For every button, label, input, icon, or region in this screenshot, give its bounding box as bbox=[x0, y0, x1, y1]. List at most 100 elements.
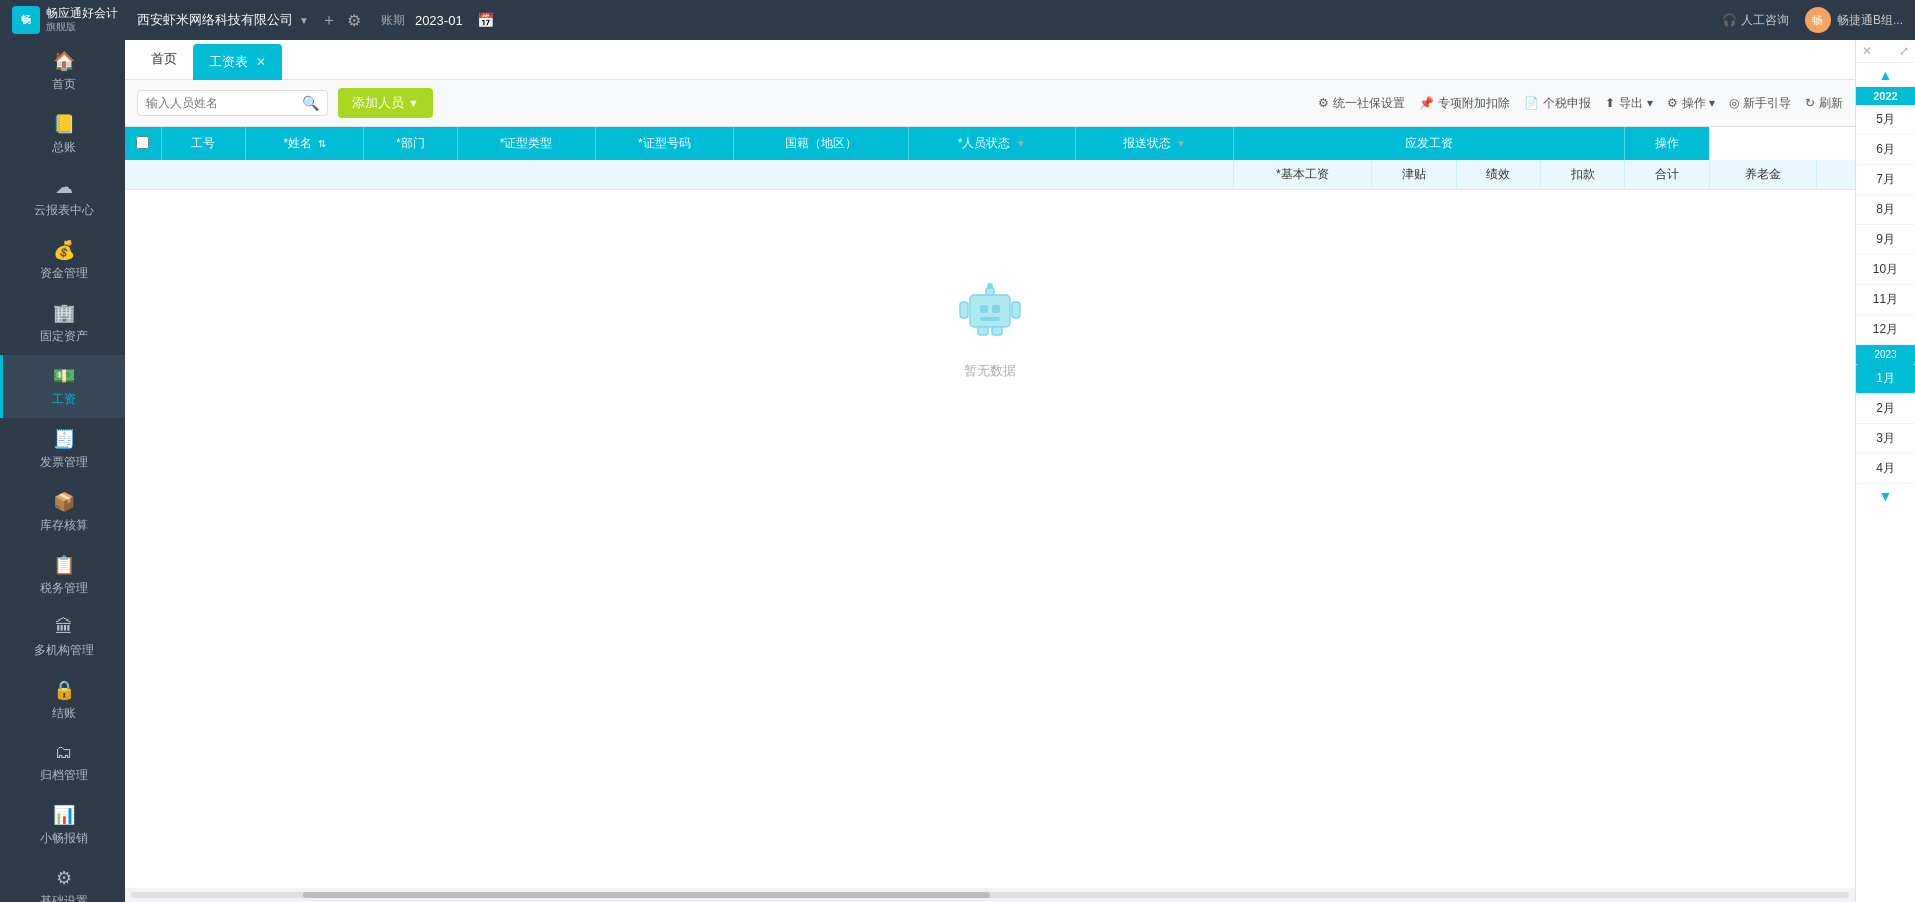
svg-rect-7 bbox=[1012, 302, 1020, 318]
org-icon: 🏛 bbox=[55, 617, 73, 638]
month-2022-06[interactable]: 6月 bbox=[1856, 135, 1915, 165]
name-sort-icon[interactable]: ⇅ bbox=[318, 138, 326, 149]
avatar: 畅 bbox=[1805, 7, 1831, 33]
sidebar-item-cloud-reports[interactable]: ☁ 云报表中心 bbox=[0, 166, 125, 229]
search-input-wrap: 🔍 bbox=[137, 90, 328, 116]
empty-robot-icon bbox=[950, 270, 1030, 350]
refresh-btn[interactable]: ↻ 刷新 bbox=[1805, 95, 1843, 112]
month-2022-10[interactable]: 10月 bbox=[1856, 255, 1915, 285]
user-info[interactable]: 畅 畅捷通B组... bbox=[1805, 7, 1903, 33]
month-2022-05[interactable]: 5月 bbox=[1856, 105, 1915, 135]
service-btn[interactable]: 🎧 人工咨询 bbox=[1722, 12, 1789, 29]
month-2022-07[interactable]: 7月 bbox=[1856, 165, 1915, 195]
th-pension: 养老金 bbox=[1709, 160, 1816, 190]
date-scroll-up-btn[interactable]: ▲ bbox=[1856, 63, 1915, 87]
search-icon[interactable]: 🔍 bbox=[302, 95, 319, 111]
th-allowance: 津贴 bbox=[1372, 160, 1456, 190]
tab-home[interactable]: 首页 bbox=[135, 40, 193, 80]
sidebar-item-settings[interactable]: ⚙ 基础设置 bbox=[0, 857, 125, 902]
company-name: 西安虾米网络科技有限公司 bbox=[137, 11, 293, 29]
sidebar-item-assets[interactable]: 🏢 固定资产 bbox=[0, 292, 125, 355]
h-scrollbar[interactable] bbox=[125, 888, 1855, 902]
sidebar-item-ledger[interactable]: 📒 总账 bbox=[0, 103, 125, 166]
month-2023-02[interactable]: 2月 bbox=[1856, 394, 1915, 424]
scrollbar-track bbox=[131, 892, 1849, 898]
svg-rect-0 bbox=[970, 295, 1010, 327]
svg-rect-9 bbox=[992, 327, 1002, 335]
social-security-icon: ⚙ bbox=[1318, 96, 1329, 110]
empty-state-cell: 暂无数据 bbox=[125, 190, 1855, 461]
special-deduction-btn[interactable]: 📌 专项附加扣除 bbox=[1419, 95, 1510, 112]
export-btn[interactable]: ⬆ 导出 ▾ bbox=[1605, 95, 1652, 112]
sidebar-item-archive[interactable]: 🗂 归档管理 bbox=[0, 732, 125, 794]
report-filter-icon[interactable]: ▼ bbox=[1176, 138, 1186, 149]
sidebar-item-invoice[interactable]: 🧾 发票管理 bbox=[0, 418, 125, 481]
month-2022-12[interactable]: 12月 bbox=[1856, 315, 1915, 345]
sidebar-item-tax[interactable]: 📋 税务管理 bbox=[0, 544, 125, 607]
month-2022-08[interactable]: 8月 bbox=[1856, 195, 1915, 225]
assets-icon: 🏢 bbox=[53, 302, 75, 324]
tab-close-btn[interactable]: ✕ bbox=[256, 55, 266, 69]
settings-btn[interactable]: ⚙ bbox=[347, 11, 361, 30]
month-2022-09[interactable]: 9月 bbox=[1856, 225, 1915, 255]
sidebar-item-salary[interactable]: 💵 工资 bbox=[0, 355, 125, 418]
scrollbar-thumb[interactable] bbox=[303, 892, 990, 898]
company-selector[interactable]: 西安虾米网络科技有限公司 ▼ bbox=[137, 11, 309, 29]
calendar-icon[interactable]: 📅 bbox=[477, 12, 494, 28]
operation-icon: ⚙ bbox=[1667, 96, 1678, 110]
th-operations: 操作 bbox=[1625, 127, 1709, 160]
social-security-btn[interactable]: ⚙ 统一社保设置 bbox=[1318, 95, 1405, 112]
guide-nav-icon: ◎ bbox=[1729, 96, 1739, 110]
logo-text: 畅应通好会计 bbox=[46, 6, 118, 20]
sidebar-item-multi-org[interactable]: 🏛 多机构管理 bbox=[0, 607, 125, 669]
right-panel-close-btn[interactable]: ✕ bbox=[1862, 44, 1872, 58]
th-base-salary: *基本工资 bbox=[1233, 160, 1371, 190]
funds-icon: 💰 bbox=[53, 239, 75, 261]
sidebar-label-org: 多机构管理 bbox=[34, 642, 94, 659]
svg-rect-6 bbox=[960, 302, 968, 318]
user-name: 畅捷通B组... bbox=[1837, 12, 1903, 29]
year-2022-label: 2022 bbox=[1856, 87, 1915, 105]
sidebar-item-close[interactable]: 🔒 结账 bbox=[0, 669, 125, 732]
select-all-checkbox[interactable] bbox=[136, 136, 149, 149]
tax-declare-btn[interactable]: 📄 个税申报 bbox=[1524, 95, 1591, 112]
sidebar-item-inventory[interactable]: 📦 库存核算 bbox=[0, 481, 125, 544]
th-total: 合计 bbox=[1625, 160, 1709, 190]
month-2023-04[interactable]: 4月 bbox=[1856, 454, 1915, 484]
sidebar-label-archive: 归档管理 bbox=[40, 767, 88, 784]
sidebar-item-expense[interactable]: 📊 小畅报销 bbox=[0, 794, 125, 857]
period-value[interactable]: 2023-01 bbox=[415, 13, 463, 28]
th-deduction: 扣款 bbox=[1540, 160, 1624, 190]
th-ops-sub bbox=[1816, 160, 1855, 190]
table-sub-header-row: *基本工资 津贴 绩效 扣款 合计 养老金 bbox=[125, 160, 1855, 190]
sidebar-item-home[interactable]: 🏠 首页 bbox=[0, 40, 125, 103]
date-scroll-down-btn[interactable]: ▼ bbox=[1856, 484, 1915, 508]
sidebar-item-funds[interactable]: 💰 资金管理 bbox=[0, 229, 125, 292]
deduction-icon: 📌 bbox=[1419, 96, 1434, 110]
main-layout: 🏠 首页 📒 总账 ☁ 云报表中心 💰 资金管理 🏢 固定资产 💵 工资 🧾 发… bbox=[0, 40, 1915, 902]
add-company-btn[interactable]: ＋ bbox=[321, 10, 337, 31]
period-label: 账期 bbox=[381, 12, 405, 29]
logo-icon: 畅 bbox=[12, 6, 40, 34]
newbie-guide-btn[interactable]: ◎ 新手引导 bbox=[1729, 95, 1791, 112]
th-name: *姓名 ⇅ bbox=[245, 127, 363, 160]
company-dropdown-arrow: ▼ bbox=[299, 15, 309, 26]
expense-icon: 📊 bbox=[53, 804, 75, 826]
tax-declare-icon: 📄 bbox=[1524, 96, 1539, 110]
search-input[interactable] bbox=[146, 96, 296, 110]
operation-btn[interactable]: ⚙ 操作 ▾ bbox=[1667, 95, 1715, 112]
month-2023-03[interactable]: 3月 bbox=[1856, 424, 1915, 454]
tab-salary-table[interactable]: 工资表 ✕ bbox=[193, 44, 282, 80]
home-icon: 🏠 bbox=[53, 50, 75, 72]
th-checkbox[interactable] bbox=[125, 127, 161, 160]
svg-rect-1 bbox=[980, 305, 988, 313]
th-department: *部门 bbox=[364, 127, 457, 160]
right-panel-expand-btn[interactable]: ⤢ bbox=[1899, 44, 1909, 58]
date-scroll: ▲ 2022 5月 6月 7月 8月 9月 10月 11月 12月 2023 1… bbox=[1856, 63, 1915, 902]
add-person-btn[interactable]: 添加人员 ▼ bbox=[338, 88, 433, 118]
month-2022-11[interactable]: 11月 bbox=[1856, 285, 1915, 315]
status-filter-icon[interactable]: ▼ bbox=[1016, 138, 1026, 149]
empty-state: 暂无数据 bbox=[125, 190, 1855, 460]
month-2023-01[interactable]: 1月 bbox=[1856, 364, 1915, 394]
svg-point-5 bbox=[987, 283, 993, 289]
